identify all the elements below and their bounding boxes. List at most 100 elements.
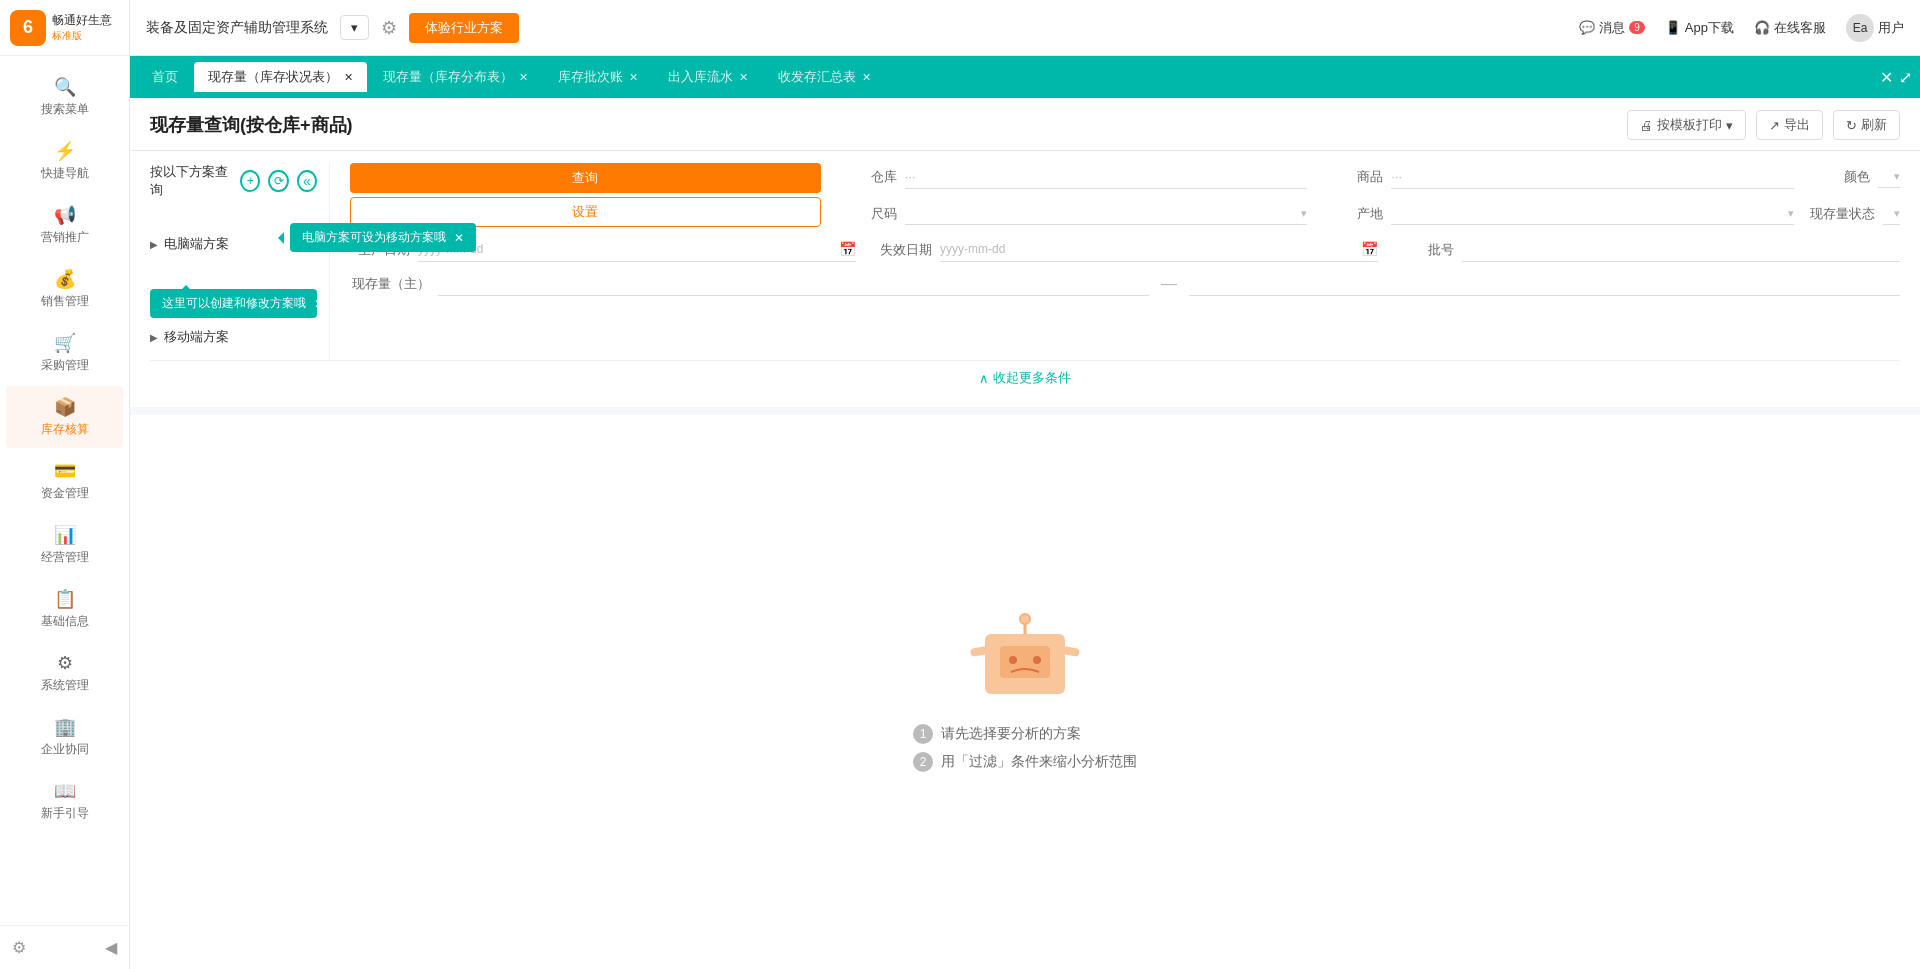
tab-close-all-icon[interactable]: ✕ bbox=[1880, 68, 1893, 87]
warehouse-label: 仓库 bbox=[837, 168, 897, 186]
collapse-bar[interactable]: ∧ 收起更多条件 bbox=[150, 360, 1900, 395]
empty-hint-1: 1 请先选择要分析的方案 bbox=[913, 724, 1137, 744]
prod-date-input[interactable]: yyyy-mm-dd 📅 bbox=[418, 237, 856, 262]
search-button[interactable]: 查询 bbox=[350, 163, 821, 193]
user-action[interactable]: Ea 用户 bbox=[1846, 14, 1904, 42]
sidebar-item-inventory[interactable]: 📦 库存核算 bbox=[6, 386, 123, 448]
tab-close-icon[interactable]: ✕ bbox=[629, 71, 638, 84]
trial-button[interactable]: 体验行业方案 bbox=[409, 13, 519, 43]
topbar-settings-icon[interactable]: ⚙ bbox=[381, 17, 397, 39]
sidebar-item-enterprise[interactable]: 🏢 企业协同 bbox=[6, 706, 123, 768]
app-download-action[interactable]: 📱 App下载 bbox=[1665, 19, 1734, 37]
footer-settings-icon[interactable]: ⚙ bbox=[12, 938, 26, 957]
refresh-btn[interactable]: ↻ 刷新 bbox=[1833, 110, 1900, 140]
tab-inventory-dist[interactable]: 现存量（库存分布表） ✕ bbox=[369, 62, 542, 92]
origin-select[interactable]: ▾ bbox=[1391, 203, 1794, 225]
stock-status-select[interactable]: ▾ bbox=[1883, 203, 1900, 225]
filter-exp-date-row: 失效日期 yyyy-mm-dd 📅 bbox=[872, 237, 1378, 262]
color-dropdown-icon: ▾ bbox=[1894, 170, 1900, 183]
scheme-mobile-label: 移动端方案 bbox=[164, 328, 229, 346]
warehouse-select[interactable]: ··· bbox=[905, 165, 1308, 189]
system-selector[interactable]: ▾ bbox=[340, 15, 369, 40]
scheme-tree: 电脑方案可设为移动方案哦 ✕ ▶ 电脑端方案 这里可以创建和修改方案哦 ✕ bbox=[150, 231, 317, 350]
guide-icon: 📖 bbox=[54, 780, 76, 802]
sidebar-item-system[interactable]: ⚙ 系统管理 bbox=[6, 642, 123, 704]
tab-inout-flow[interactable]: 出入库流水 ✕ bbox=[654, 62, 762, 92]
sidebar-item-label: 资金管理 bbox=[41, 485, 89, 502]
export-btn[interactable]: ↗ 导出 bbox=[1756, 110, 1823, 140]
sidebar-item-basic[interactable]: 📋 基础信息 bbox=[6, 578, 123, 640]
edit-scheme-btn[interactable]: ⟳ bbox=[268, 170, 288, 192]
tab-close-icon[interactable]: ✕ bbox=[519, 71, 528, 84]
product-dots: ··· bbox=[1391, 169, 1402, 184]
product-select[interactable]: ··· bbox=[1391, 165, 1794, 189]
tab-home[interactable]: 首页 bbox=[138, 62, 192, 92]
logo-area: 6 畅通好生意 标准版 bbox=[0, 0, 129, 56]
sidebar-item-guide[interactable]: 📖 新手引导 bbox=[6, 770, 123, 832]
tab-flow-label: 出入库流水 bbox=[668, 68, 733, 86]
filter-size-row: 尺码 ▾ bbox=[837, 203, 1308, 225]
search-icon: 🔍 bbox=[54, 76, 76, 98]
exp-date-input[interactable]: yyyy-mm-dd 📅 bbox=[940, 237, 1378, 262]
app-badge: 标准版 bbox=[52, 29, 112, 42]
tab-close-icon[interactable]: ✕ bbox=[862, 71, 871, 84]
tab-close-icon[interactable]: ✕ bbox=[739, 71, 748, 84]
sidebar-item-label: 营销推广 bbox=[41, 229, 89, 246]
print-dropdown-icon: ▾ bbox=[1726, 118, 1733, 133]
support-action[interactable]: 🎧 在线客服 bbox=[1754, 19, 1826, 37]
page-title: 现存量查询(按仓库+商品) bbox=[150, 113, 353, 137]
sidebar-item-search[interactable]: 🔍 搜索菜单 bbox=[6, 66, 123, 128]
page-header: 现存量查询(按仓库+商品) 🖨 按模板打印 ▾ ↗ 导出 ↻ 刷新 bbox=[130, 98, 1920, 151]
product-label: 商品 bbox=[1323, 168, 1383, 186]
prod-date-calendar-icon[interactable]: 📅 bbox=[839, 241, 856, 257]
sidebar-item-marketing[interactable]: 📢 营销推广 bbox=[6, 194, 123, 256]
tab-recv-send[interactable]: 收发存汇总表 ✕ bbox=[764, 62, 885, 92]
tooltip-close-icon[interactable]: ✕ bbox=[454, 231, 464, 245]
stock-main-label: 现存量（主） bbox=[350, 275, 430, 293]
user-label: 用户 bbox=[1878, 19, 1904, 37]
app-name: 畅通好生意 bbox=[52, 13, 112, 29]
refresh-icon: ↻ bbox=[1846, 118, 1857, 133]
svg-point-5 bbox=[1020, 614, 1030, 624]
tab-batch-account[interactable]: 库存批次账 ✕ bbox=[544, 62, 652, 92]
tooltip-edit-text: 这里可以创建和修改方案哦 bbox=[162, 295, 306, 312]
size-select[interactable]: ▾ bbox=[905, 203, 1308, 225]
user-avatar: Ea bbox=[1846, 14, 1874, 42]
message-action[interactable]: 💬 消息 9 bbox=[1579, 19, 1645, 37]
sidebar-item-label: 快捷导航 bbox=[41, 165, 89, 182]
refresh-label: 刷新 bbox=[1861, 116, 1887, 134]
stock-main-to-input[interactable] bbox=[1189, 272, 1900, 296]
tabbar: 首页 现存量（库存状况表） ✕ 现存量（库存分布表） ✕ 库存批次账 ✕ 出入库… bbox=[130, 56, 1920, 98]
finance-icon: 💳 bbox=[54, 460, 76, 482]
exp-date-label: 失效日期 bbox=[872, 241, 932, 259]
batch-input[interactable] bbox=[1462, 238, 1900, 262]
tab-maximize-icon[interactable]: ⤢ bbox=[1899, 68, 1912, 87]
print-btn[interactable]: 🖨 按模板打印 ▾ bbox=[1627, 110, 1746, 140]
exp-date-placeholder: yyyy-mm-dd bbox=[940, 242, 1005, 256]
tab-inventory-status[interactable]: 现存量（库存状况表） ✕ bbox=[194, 62, 367, 92]
filter-title-row: 按以下方案查询 + ⟳ « bbox=[150, 163, 317, 199]
sidebar-item-operation[interactable]: 📊 经营管理 bbox=[6, 514, 123, 576]
export-icon: ↗ bbox=[1769, 118, 1780, 133]
filter-product-row: 商品 ··· bbox=[1323, 165, 1794, 189]
sidebar-item-finance[interactable]: 💳 资金管理 bbox=[6, 450, 123, 512]
scheme-mobile-node[interactable]: ▶ 移动端方案 bbox=[150, 324, 317, 350]
empty-hint-2: 2 用「过滤」条件来缩小分析范围 bbox=[913, 752, 1137, 772]
empty-hint-2-text: 用「过滤」条件来缩小分析范围 bbox=[941, 753, 1137, 771]
stock-main-from-input[interactable] bbox=[438, 272, 1149, 296]
message-badge: 9 bbox=[1629, 21, 1645, 34]
exp-date-calendar-icon[interactable]: 📅 bbox=[1361, 241, 1378, 257]
sidebar-item-sales[interactable]: 💰 销售管理 bbox=[6, 258, 123, 320]
footer-collapse-icon[interactable]: ◀ bbox=[105, 938, 117, 957]
filter-label: 按以下方案查询 bbox=[150, 163, 232, 199]
tab-close-icon[interactable]: ✕ bbox=[344, 71, 353, 84]
sidebar-item-purchase[interactable]: 🛒 采购管理 bbox=[6, 322, 123, 384]
origin-dropdown-icon: ▾ bbox=[1788, 207, 1794, 220]
tooltip-close-edit-icon[interactable]: ✕ bbox=[314, 297, 324, 311]
back-scheme-btn[interactable]: « bbox=[297, 170, 317, 192]
color-select[interactable]: ▾ bbox=[1878, 166, 1900, 188]
add-scheme-btn[interactable]: + bbox=[240, 170, 260, 192]
stock-status-label: 现存量状态 bbox=[1810, 205, 1875, 223]
empty-state: 1 请先选择要分析的方案 2 用「过滤」条件来缩小分析范围 bbox=[130, 415, 1920, 969]
sidebar-item-quick-nav[interactable]: ⚡ 快捷导航 bbox=[6, 130, 123, 192]
